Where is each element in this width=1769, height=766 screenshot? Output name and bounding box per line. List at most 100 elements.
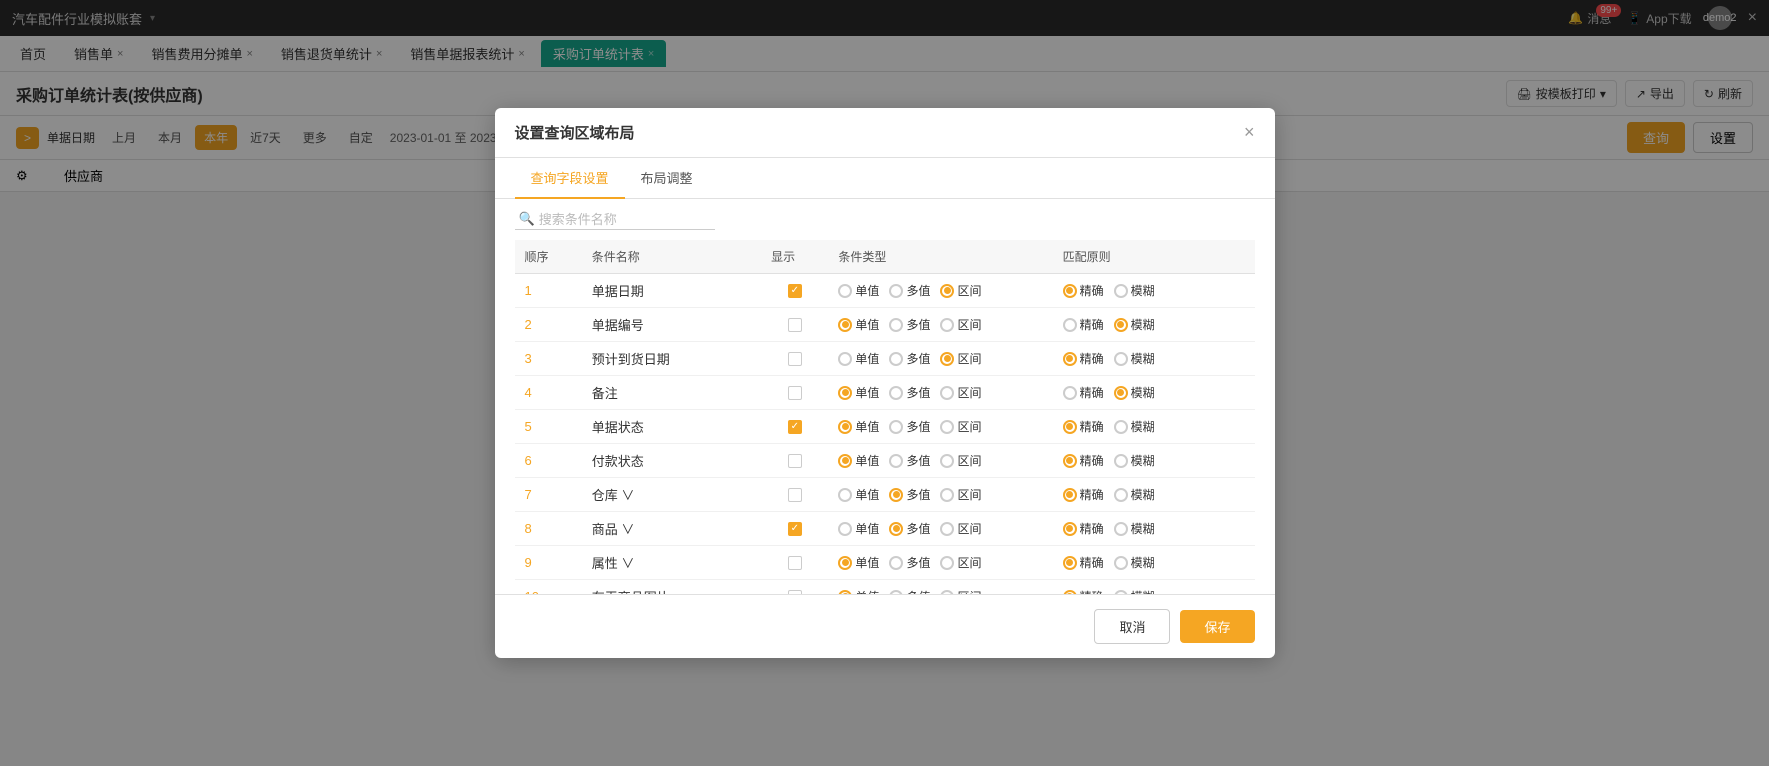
row-match-cell: 精确模糊 <box>1053 444 1255 478</box>
match-radio-item[interactable]: 精确 <box>1063 350 1104 367</box>
type-radio-item[interactable]: 单值 <box>838 282 879 299</box>
match-radio-item[interactable]: 精确 <box>1063 316 1104 333</box>
row-display-checkbox-cell <box>761 376 828 410</box>
match-radio-item[interactable]: 模糊 <box>1114 452 1155 469</box>
tab-layout-adjust[interactable]: 布局调整 <box>625 158 709 199</box>
type-radio-item[interactable]: 多值 <box>889 350 930 367</box>
type-radio-item[interactable]: 单值 <box>838 384 879 401</box>
type-radio-item[interactable]: 区间 <box>940 520 981 537</box>
match-radio-item[interactable]: 精确 <box>1063 486 1104 503</box>
search-input[interactable] <box>539 212 711 227</box>
radio-circle <box>889 284 903 298</box>
type-radio-item[interactable]: 多值 <box>889 486 930 503</box>
radio-label: 单值 <box>855 384 879 401</box>
match-radio-item[interactable]: 精确 <box>1063 452 1104 469</box>
type-radio-item[interactable]: 区间 <box>940 384 981 401</box>
th-order: 顺序 <box>515 240 582 274</box>
radio-circle <box>1063 284 1077 298</box>
order-number: 2 <box>525 317 532 332</box>
tab-query-settings[interactable]: 查询字段设置 <box>515 158 625 199</box>
match-radio-item[interactable]: 精确 <box>1063 554 1104 571</box>
match-radio-item[interactable]: 精确 <box>1063 520 1104 537</box>
th-display: 显示 <box>761 240 828 274</box>
type-radio-group: 单值多值区间 <box>838 350 1042 367</box>
display-checkbox[interactable] <box>788 488 802 502</box>
order-number: 9 <box>525 555 532 570</box>
type-radio-item[interactable]: 区间 <box>940 554 981 571</box>
radio-label: 单值 <box>855 350 879 367</box>
type-radio-item[interactable]: 多值 <box>889 316 930 333</box>
type-radio-item[interactable]: 区间 <box>940 486 981 503</box>
match-radio-item[interactable]: 模糊 <box>1114 384 1155 401</box>
row-match-cell: 精确模糊 <box>1053 274 1255 308</box>
table-row: 10有无商品图片单值多值区间精确模糊 <box>515 580 1255 595</box>
radio-label: 模糊 <box>1131 384 1155 401</box>
match-radio-item[interactable]: 精确 <box>1063 418 1104 435</box>
type-radio-group: 单值多值区间 <box>838 282 1042 299</box>
type-radio-item[interactable]: 单值 <box>838 350 879 367</box>
match-radio-item[interactable]: 模糊 <box>1114 486 1155 503</box>
radio-circle <box>1063 488 1077 502</box>
display-checkbox[interactable] <box>788 522 802 536</box>
radio-label: 模糊 <box>1131 554 1155 571</box>
display-checkbox[interactable] <box>788 420 802 434</box>
radio-label: 模糊 <box>1131 418 1155 435</box>
row-name: 单据编号 <box>582 308 761 342</box>
row-display-checkbox-cell <box>761 444 828 478</box>
row-display-checkbox-cell <box>761 478 828 512</box>
radio-circle <box>1114 420 1128 434</box>
type-radio-item[interactable]: 多值 <box>889 520 930 537</box>
display-checkbox[interactable] <box>788 386 802 400</box>
type-radio-item[interactable]: 单值 <box>838 452 879 469</box>
match-radio-item[interactable]: 模糊 <box>1114 316 1155 333</box>
display-checkbox[interactable] <box>788 352 802 366</box>
display-checkbox[interactable] <box>788 318 802 332</box>
type-radio-item[interactable]: 区间 <box>940 316 981 333</box>
type-radio-item[interactable]: 区间 <box>940 418 981 435</box>
type-radio-item[interactable]: 区间 <box>940 350 981 367</box>
match-radio-item[interactable]: 模糊 <box>1114 282 1155 299</box>
radio-circle <box>838 454 852 468</box>
type-radio-item[interactable]: 区间 <box>940 452 981 469</box>
radio-circle <box>940 488 954 502</box>
match-radio-item[interactable]: 模糊 <box>1114 350 1155 367</box>
match-radio-group: 精确模糊 <box>1063 520 1245 537</box>
match-radio-item[interactable]: 精确 <box>1063 384 1104 401</box>
type-radio-item[interactable]: 单值 <box>838 418 879 435</box>
radio-circle <box>838 488 852 502</box>
display-checkbox[interactable] <box>788 556 802 570</box>
row-order: 6 <box>515 444 582 478</box>
match-radio-item[interactable]: 模糊 <box>1114 418 1155 435</box>
type-radio-item[interactable]: 单值 <box>838 520 879 537</box>
table-row: 7仓库 ∨单值多值区间精确模糊 <box>515 478 1255 512</box>
match-radio-item[interactable]: 模糊 <box>1114 520 1155 537</box>
radio-circle <box>940 352 954 366</box>
row-order: 3 <box>515 342 582 376</box>
table-row: 4备注单值多值区间精确模糊 <box>515 376 1255 410</box>
type-radio-item[interactable]: 多值 <box>889 418 930 435</box>
save-button[interactable]: 保存 <box>1180 610 1254 643</box>
cancel-button[interactable]: 取消 <box>1094 609 1170 644</box>
radio-circle <box>838 284 852 298</box>
radio-label: 精确 <box>1080 316 1104 333</box>
order-number: 4 <box>525 385 532 400</box>
type-radio-item[interactable]: 单值 <box>838 554 879 571</box>
radio-label: 多值 <box>906 452 930 469</box>
match-radio-group: 精确 模糊 <box>1063 384 1245 401</box>
type-radio-item[interactable]: 单值 <box>838 486 879 503</box>
match-radio-item[interactable]: 模糊 <box>1114 554 1155 571</box>
type-radio-item[interactable]: 多值 <box>889 554 930 571</box>
type-radio-item[interactable]: 多值 <box>889 452 930 469</box>
type-radio-item[interactable]: 多值 <box>889 282 930 299</box>
dialog-footer: 取消 保存 <box>495 594 1275 658</box>
type-radio-item[interactable]: 单值 <box>838 316 879 333</box>
table-row: 8商品 ∨单值多值区间精确模糊 <box>515 512 1255 546</box>
radio-circle <box>889 318 903 332</box>
display-checkbox[interactable] <box>788 454 802 468</box>
type-radio-item[interactable]: 区间 <box>940 282 981 299</box>
match-radio-item[interactable]: 精确 <box>1063 282 1104 299</box>
radio-label: 模糊 <box>1131 486 1155 503</box>
dialog-close-button[interactable]: × <box>1244 122 1255 143</box>
display-checkbox[interactable] <box>788 284 802 298</box>
type-radio-item[interactable]: 多值 <box>889 384 930 401</box>
